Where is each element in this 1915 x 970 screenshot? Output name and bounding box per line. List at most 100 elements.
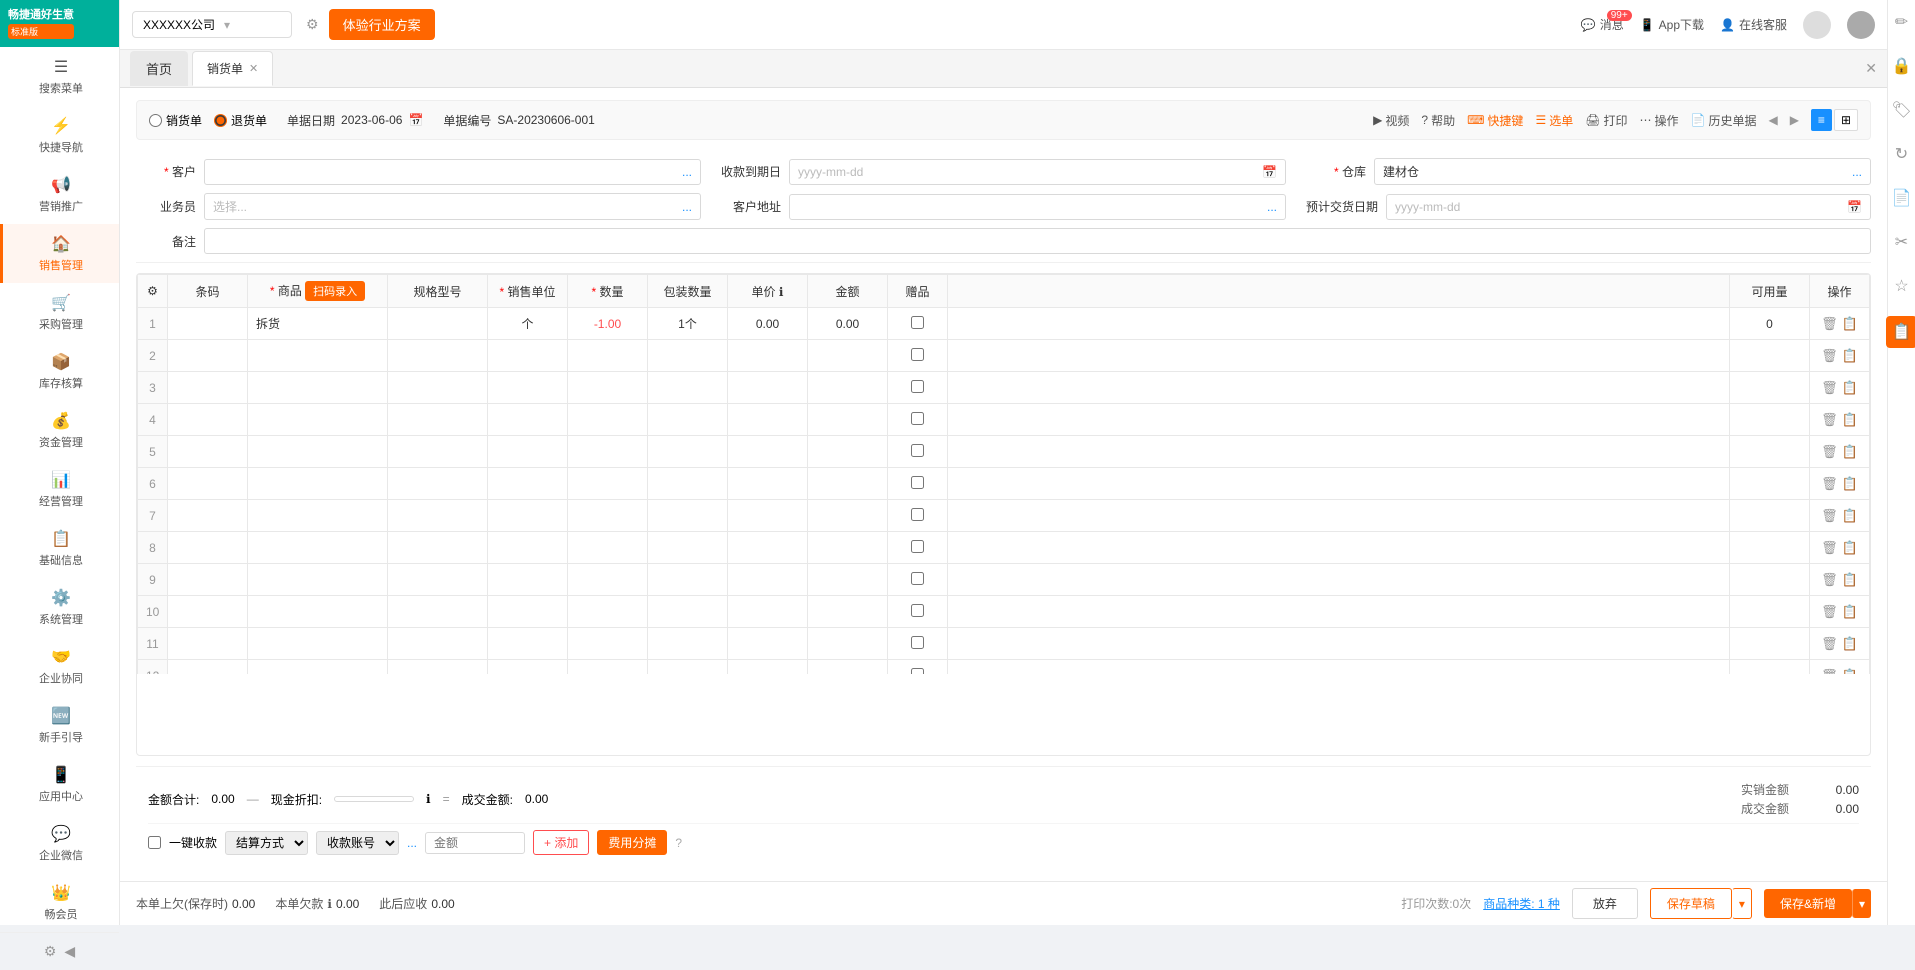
delete-icon[interactable]: 🗑: [1821, 412, 1838, 428]
row-gift[interactable]: [888, 340, 948, 372]
online-service-button[interactable]: 👤 在线客服: [1720, 16, 1787, 33]
row-barcode[interactable]: [168, 532, 248, 564]
company-selector[interactable]: XXXXXX公司 ▾: [132, 11, 292, 38]
delete-icon[interactable]: 🗑: [1821, 444, 1838, 460]
row-price[interactable]: [728, 372, 808, 404]
row-product[interactable]: [248, 532, 388, 564]
sidebar-item-wechat[interactable]: 💬 企业微信: [0, 814, 119, 873]
right-panel-star-icon[interactable]: ☆: [1890, 272, 1912, 300]
gift-checkbox[interactable]: [911, 508, 924, 521]
expense-split-button[interactable]: 费用分摊: [597, 830, 667, 855]
discard-button[interactable]: 放弃: [1572, 888, 1638, 919]
row-gift[interactable]: [888, 468, 948, 500]
row-amount[interactable]: [808, 532, 888, 564]
tab-home[interactable]: 首页: [130, 51, 188, 86]
row-price[interactable]: [728, 628, 808, 660]
row-price[interactable]: [728, 532, 808, 564]
discount-input[interactable]: [334, 796, 414, 802]
row-qty[interactable]: -1.00: [568, 308, 648, 340]
row-barcode[interactable]: [168, 660, 248, 675]
gift-checkbox[interactable]: [911, 540, 924, 553]
row-gift[interactable]: [888, 372, 948, 404]
row-unit[interactable]: [488, 532, 568, 564]
topbar-gear-icon[interactable]: ⚙: [306, 16, 319, 33]
row-unit[interactable]: [488, 340, 568, 372]
settlement-account-select[interactable]: 收款账号: [316, 831, 399, 855]
row-unit[interactable]: [488, 500, 568, 532]
row-barcode[interactable]: [168, 596, 248, 628]
row-product[interactable]: [248, 436, 388, 468]
row-gift[interactable]: [888, 596, 948, 628]
radio-return[interactable]: 退货单: [214, 112, 267, 129]
date-calendar-icon[interactable]: 📅: [408, 113, 423, 127]
radio-sales-input[interactable]: [149, 114, 162, 127]
tab-sales-order[interactable]: 销货单 ✕: [192, 51, 273, 86]
row-price[interactable]: [728, 500, 808, 532]
row-gift[interactable]: [888, 436, 948, 468]
row-amount[interactable]: [808, 468, 888, 500]
row-price[interactable]: [728, 564, 808, 596]
add-payment-button[interactable]: + 添加: [533, 830, 589, 855]
copy-icon[interactable]: 📋: [1842, 636, 1858, 652]
right-panel-edit-icon[interactable]: ✏: [1891, 8, 1912, 36]
save-draft-button[interactable]: 保存草稿: [1650, 888, 1732, 919]
right-panel-lock-icon[interactable]: 🔒: [1888, 52, 1915, 80]
copy-icon[interactable]: 📋: [1842, 444, 1858, 460]
row-qty[interactable]: [568, 628, 648, 660]
row-gift[interactable]: [888, 500, 948, 532]
row-unit[interactable]: [488, 372, 568, 404]
row-unit[interactable]: 个: [488, 308, 568, 340]
row-pkg-qty[interactable]: [648, 340, 728, 372]
gift-checkbox[interactable]: [911, 668, 924, 675]
product-count[interactable]: 商品种类: 1 种: [1483, 895, 1560, 912]
th-settings[interactable]: ⚙: [138, 275, 168, 308]
delete-icon[interactable]: 🗑: [1821, 540, 1838, 556]
gift-checkbox[interactable]: [911, 572, 924, 585]
row-qty[interactable]: [568, 564, 648, 596]
copy-icon[interactable]: 📋: [1842, 668, 1858, 675]
row-pkg-qty[interactable]: [648, 372, 728, 404]
row-barcode[interactable]: [168, 500, 248, 532]
row-unit[interactable]: [488, 660, 568, 675]
radio-return-input[interactable]: [214, 114, 227, 127]
view-grid-btn[interactable]: ⊞: [1834, 109, 1858, 131]
toolbar-nav-prev[interactable]: ◀: [1768, 113, 1777, 127]
sidebar-item-system[interactable]: ⚙️ 系统管理: [0, 578, 119, 637]
save-new-button[interactable]: 保存&新增: [1764, 889, 1852, 918]
copy-icon[interactable]: 📋: [1842, 412, 1858, 428]
row-qty[interactable]: [568, 372, 648, 404]
tab-close-icon[interactable]: ✕: [249, 62, 258, 75]
row-gift[interactable]: [888, 660, 948, 675]
delete-icon[interactable]: 🗑: [1821, 636, 1838, 652]
due-date-input[interactable]: yyyy-mm-dd 📅: [789, 159, 1286, 185]
row-spec[interactable]: [388, 372, 488, 404]
customer-input[interactable]: ...: [204, 159, 701, 185]
sidebar-item-enterprise[interactable]: 🤝 企业协同: [0, 637, 119, 696]
row-product[interactable]: [248, 660, 388, 675]
row-product[interactable]: [248, 340, 388, 372]
delete-icon[interactable]: 🗑: [1821, 604, 1838, 620]
toolbar-history[interactable]: 📄 历史单据: [1690, 112, 1756, 129]
row-unit[interactable]: [488, 404, 568, 436]
row-spec[interactable]: [388, 404, 488, 436]
row-barcode[interactable]: [168, 404, 248, 436]
delete-icon[interactable]: 🗑: [1821, 572, 1838, 588]
row-product[interactable]: [248, 596, 388, 628]
right-panel-tag-icon[interactable]: 🏷: [1887, 96, 1915, 124]
sidebar-item-finance[interactable]: 💰 资金管理: [0, 401, 119, 460]
note-input[interactable]: [204, 228, 1871, 254]
copy-icon[interactable]: 📋: [1842, 348, 1858, 364]
toolbar-nav-next[interactable]: ▶: [1790, 113, 1799, 127]
row-spec[interactable]: [388, 340, 488, 372]
gift-checkbox[interactable]: [911, 636, 924, 649]
row-spec[interactable]: [388, 436, 488, 468]
row-unit[interactable]: [488, 468, 568, 500]
row-amount[interactable]: [808, 436, 888, 468]
row-qty[interactable]: [568, 660, 648, 675]
delete-icon[interactable]: 🗑: [1821, 476, 1838, 492]
gift-checkbox[interactable]: [911, 604, 924, 617]
row-amount[interactable]: [808, 596, 888, 628]
right-panel-action-icon[interactable]: 📋: [1886, 316, 1915, 348]
row-spec[interactable]: [388, 308, 488, 340]
row-amount[interactable]: [808, 660, 888, 675]
